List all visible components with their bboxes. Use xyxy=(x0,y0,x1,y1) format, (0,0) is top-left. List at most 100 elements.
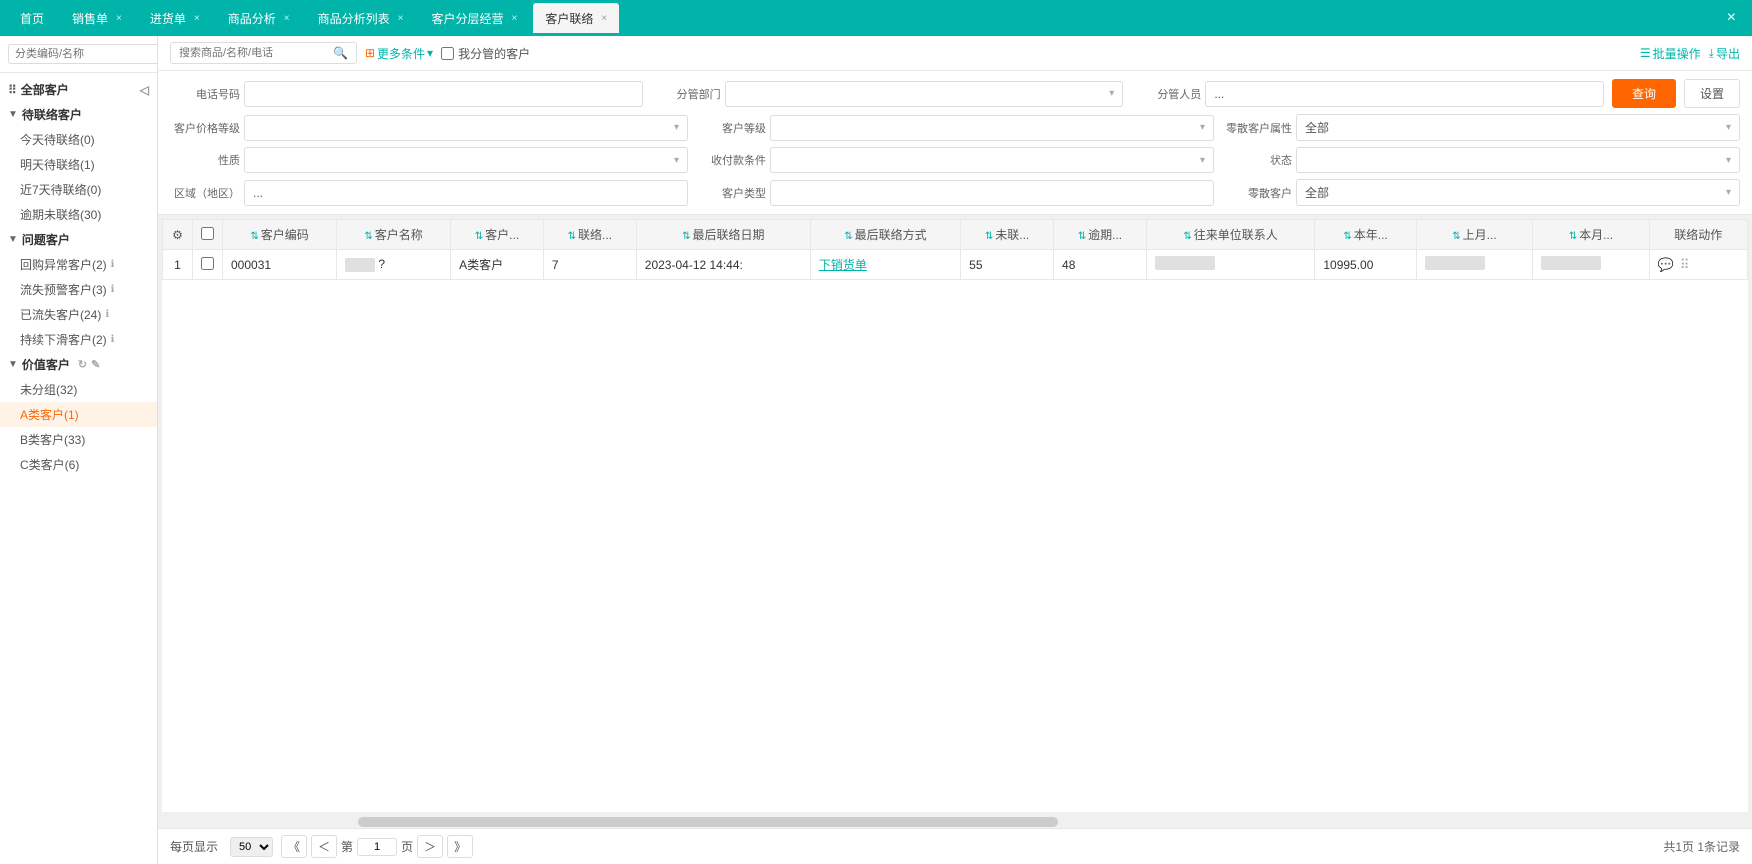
nav-tab-analysis-list[interactable]: 商品分析列表 × xyxy=(306,3,416,33)
next-page-button[interactable]: ＞ xyxy=(417,835,443,858)
more-filters-btn[interactable]: ⊞ 更多条件 ▾ xyxy=(365,45,433,62)
sidebar-item-churned[interactable]: 已流失客户(24) ℹ xyxy=(0,302,157,327)
row-checkbox[interactable] xyxy=(193,250,223,280)
last-month-cell xyxy=(1416,250,1532,280)
payment-input[interactable]: ▾ xyxy=(770,147,1214,173)
section-value-customers[interactable]: ▼ 价值客户 ↻ ✎ xyxy=(0,352,157,377)
nav-home[interactable]: 首页 xyxy=(8,4,56,33)
nav-tab-customer-mgmt[interactable]: 客户分层经营 × xyxy=(419,3,529,33)
close-purchase-icon[interactable]: × xyxy=(194,13,200,24)
sidebar-item-unclassified[interactable]: 未分组(32) xyxy=(0,377,157,402)
price-level-input[interactable]: ▾ xyxy=(244,115,688,141)
edit-icon[interactable]: ✎ xyxy=(91,358,100,371)
customer-type-input[interactable] xyxy=(770,180,1214,206)
col-last-month[interactable]: ⇅上月... xyxy=(1416,220,1532,250)
page-number-input[interactable] xyxy=(357,838,397,856)
col-customer-type[interactable]: ⇅客户... xyxy=(451,220,544,250)
col-this-year[interactable]: ⇅本年... xyxy=(1315,220,1416,250)
filter-search-icon[interactable]: 🔍 xyxy=(333,46,348,60)
query-button[interactable]: 查询 xyxy=(1612,79,1676,108)
dept-input[interactable]: ▾ xyxy=(725,81,1124,107)
contact-action-icon[interactable]: 💬 xyxy=(1658,257,1674,273)
col-settings[interactable]: ⚙ xyxy=(163,220,193,250)
section-problem-customers[interactable]: ▼ 问题客户 xyxy=(0,227,157,252)
close-customer-contact-icon[interactable]: × xyxy=(601,13,607,24)
sidebar-all-customers[interactable]: ⠿ 全部客户 ◁ xyxy=(0,73,157,102)
close-analysis-icon[interactable]: × xyxy=(284,13,290,24)
row-select-checkbox[interactable] xyxy=(201,257,214,270)
my-customers-label: 我分管的客户 xyxy=(458,45,530,62)
prev-page-button[interactable]: ＜ xyxy=(311,835,337,858)
my-customers-checkbox[interactable] xyxy=(441,47,454,60)
advanced-filters: 电话号码 分管部门 ▾ 分管人员 ... 查询 设置 xyxy=(158,71,1752,215)
close-analysis-list-icon[interactable]: × xyxy=(398,13,404,24)
export-button[interactable]: ⤓ 导出 xyxy=(1709,45,1740,62)
sidebar-item-class-a[interactable]: A类客户(1) xyxy=(0,402,157,427)
nav-tab-sales[interactable]: 销售单 × xyxy=(60,3,134,33)
first-page-button[interactable]: 《 xyxy=(281,835,307,858)
batch-op-icon: ☰ xyxy=(1640,46,1651,60)
sidebar-item-7days[interactable]: 近7天待联络(0) xyxy=(0,177,157,202)
retail-customer-input[interactable]: 全部 ▾ xyxy=(1296,179,1740,206)
not-contacted-cell: 55 xyxy=(961,250,1054,280)
sidebar-item-class-b[interactable]: B类客户(33) xyxy=(0,427,157,452)
contact-count-cell: 7 xyxy=(543,250,636,280)
col-this-month[interactable]: ⇅本月... xyxy=(1533,220,1649,250)
close-customer-mgmt-icon[interactable]: × xyxy=(511,13,517,24)
this-year-cell: 10995.00 xyxy=(1315,250,1416,280)
customer-name-cell: ? xyxy=(337,250,451,280)
select-all-checkbox[interactable] xyxy=(201,227,214,240)
horizontal-scrollbar[interactable] xyxy=(158,816,1752,828)
price-level-arrow: ▾ xyxy=(674,122,679,133)
customer-level-input[interactable]: ▾ xyxy=(770,115,1214,141)
customer-code-cell: 000031 xyxy=(223,250,337,280)
more-action-icon[interactable]: ⠿ xyxy=(1680,257,1690,273)
close-sales-icon[interactable]: × xyxy=(116,13,122,24)
col-customer-code[interactable]: ⇅客户编码 xyxy=(223,220,337,250)
sidebar-item-overdue[interactable]: 逾期未联络(30) xyxy=(0,202,157,227)
sidebar-collapse-icon[interactable]: ◁ xyxy=(140,83,149,97)
status-arrow: ▾ xyxy=(1726,155,1731,166)
page-size-label: 每页显示 xyxy=(170,838,218,855)
sidebar-item-today[interactable]: 今天待联络(0) xyxy=(0,127,157,152)
region-input[interactable]: ... xyxy=(244,180,688,206)
table-area: ⚙ ⇅客户编码 ⇅客户名称 ⇅客户... ⇅联络... ⇅最后联络日期 ⇅最后联… xyxy=(162,219,1748,812)
col-overdue[interactable]: ⇅逾期... xyxy=(1054,220,1147,250)
sidebar-item-churn-warning[interactable]: 流失预警客户(3) ℹ xyxy=(0,277,157,302)
window-close-button[interactable]: × xyxy=(1719,9,1744,27)
person-input[interactable]: ... xyxy=(1205,81,1604,107)
refresh-icon[interactable]: ↻ xyxy=(78,358,87,371)
last-page-button[interactable]: 》 xyxy=(447,835,473,858)
scroll-thumb[interactable] xyxy=(358,817,1058,827)
col-customer-name[interactable]: ⇅客户名称 xyxy=(337,220,451,250)
nav-tab-analysis[interactable]: 商品分析 × xyxy=(216,3,302,33)
col-actions: 联络动作 xyxy=(1649,220,1747,250)
batch-op-button[interactable]: ☰ 批量操作 xyxy=(1640,45,1701,62)
col-contacts[interactable]: ⇅往来单位联系人 xyxy=(1146,220,1314,250)
nav-tab-purchase[interactable]: 进货单 × xyxy=(138,3,212,33)
sidebar-item-tomorrow[interactable]: 明天待联络(1) xyxy=(0,152,157,177)
section-pending-contact[interactable]: ▼ 待联络客户 xyxy=(0,102,157,127)
contacts-cell xyxy=(1146,250,1314,280)
filter-search-input[interactable] xyxy=(179,47,329,59)
nav-tab-customer-contact[interactable]: 客户联络 × xyxy=(533,3,619,33)
last-contact-way-cell[interactable]: 下销货单 xyxy=(810,250,960,280)
sidebar-item-class-c[interactable]: C类客户(6) xyxy=(0,452,157,477)
nature-input[interactable]: ▾ xyxy=(244,147,688,173)
sidebar-item-declining[interactable]: 持续下滑客户(2) ℹ xyxy=(0,327,157,352)
page-nav: 《 ＜ 第 页 ＞ 》 xyxy=(281,835,473,858)
col-checkbox-all[interactable] xyxy=(193,220,223,250)
status-input[interactable]: ▾ xyxy=(1296,147,1740,173)
col-last-contact-date[interactable]: ⇅最后联络日期 xyxy=(636,220,810,250)
settings-button[interactable]: 设置 xyxy=(1684,79,1740,108)
retail-attr-input[interactable]: 全部 ▾ xyxy=(1296,114,1740,141)
triangle-icon: ▼ xyxy=(8,109,18,120)
col-contact-count[interactable]: ⇅联络... xyxy=(543,220,636,250)
phone-input[interactable] xyxy=(244,81,643,107)
sidebar-item-repurchase-abnormal[interactable]: 回购异常客户(2) ℹ xyxy=(0,252,157,277)
triangle-icon-3: ▼ xyxy=(8,359,18,370)
col-not-contacted[interactable]: ⇅未联... xyxy=(961,220,1054,250)
col-last-contact-way[interactable]: ⇅最后联络方式 xyxy=(810,220,960,250)
page-size-select[interactable]: 50 xyxy=(230,837,273,857)
sidebar-search-input[interactable] xyxy=(8,44,158,64)
